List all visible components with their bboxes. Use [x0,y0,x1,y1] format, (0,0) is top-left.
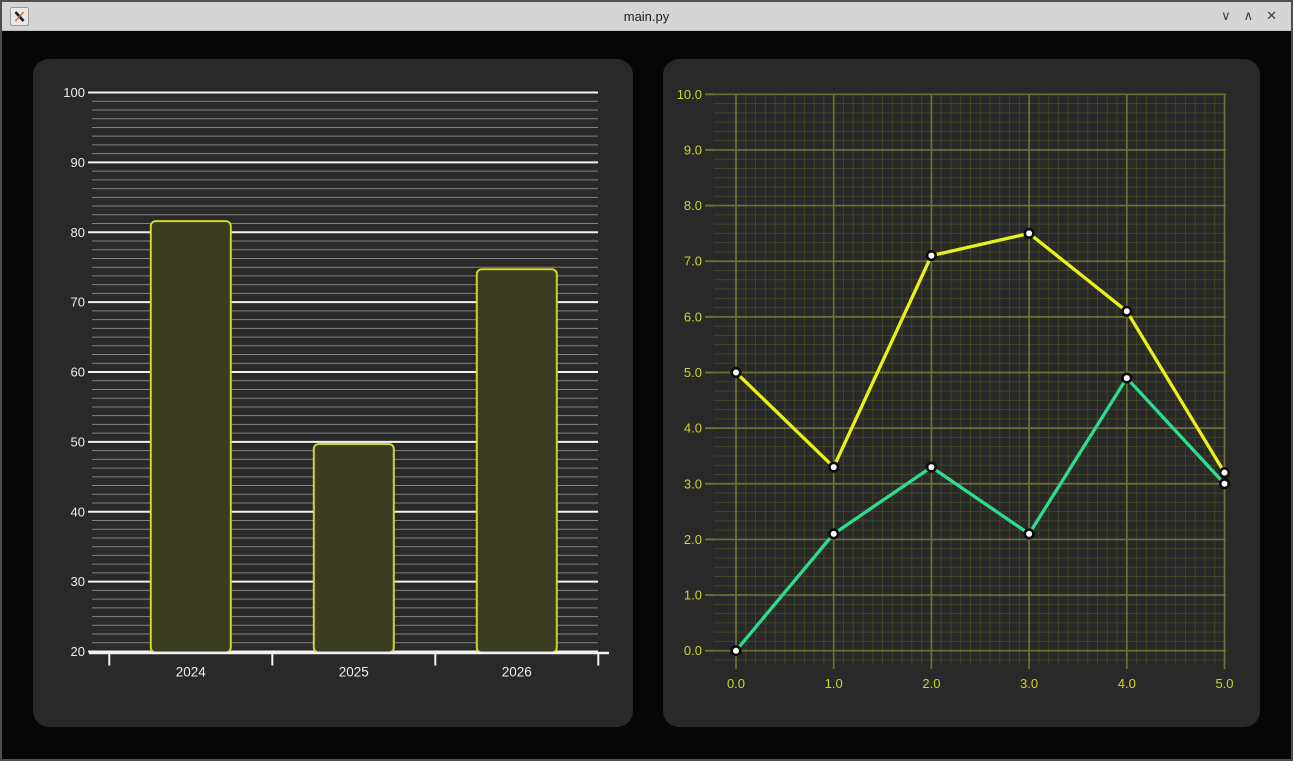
bar-2025 [312,442,395,654]
bars [149,220,558,654]
y-tick-label: 2.0 [684,532,702,547]
maximize-button[interactable]: ∧ [1244,2,1254,30]
y-tick-label: 30 [71,574,85,589]
yellow-series-marker [1121,305,1133,317]
x-tick-label: 2026 [502,665,532,680]
green-series-marker [1121,372,1133,384]
y-tick-label: 3.0 [684,476,702,491]
bar-chart-panel: 100 90 80 70 60 50 40 30 20 2024 2025 2026 [33,59,633,727]
x-tick-label: 0.0 [727,676,745,691]
yellow-series-marker [1023,227,1035,239]
y-tick-label: 0.0 [684,643,702,658]
y-tick-label: 5.0 [684,365,702,380]
minor-gridlines [714,94,1226,665]
y-tick-label: 60 [71,365,85,380]
bar-2024 [149,220,232,654]
y-tick-label: 40 [71,504,85,519]
bar-2026 [475,268,558,654]
y-tick-label: 10.0 [677,87,702,102]
x-axis: 2024 2025 2026 [89,651,609,680]
bar-chart: 100 90 80 70 60 50 40 30 20 2024 2025 2026 [63,85,609,680]
x-tick-label: 2025 [339,665,369,680]
window-controls: ∨ ∧ ✕ [1221,2,1277,30]
yellow-series-marker [730,366,742,379]
y-tick-label: 80 [71,225,85,240]
yellow-series-marker [828,461,840,473]
app-window: main.py ∨ ∧ ✕ 100 90 80 70 60 50 40 30 20 2024 202… [0,0,1293,761]
green-series-marker [730,645,742,657]
green-series-marker [1023,528,1035,540]
green-series-marker [828,528,840,540]
y-tick-label: 70 [71,295,85,310]
y-tick-label: 20 [71,644,85,659]
x-tick-label: 3.0 [1020,676,1038,691]
green-series-marker [1218,478,1231,490]
y-tick-label: 6.0 [684,309,702,324]
green-series-marker [925,461,938,473]
y-tick-label: 90 [71,155,85,170]
minimize-button[interactable]: ∨ [1221,2,1231,30]
y-tick-label: 50 [71,434,85,449]
x-tick-label: 1.0 [825,676,843,691]
x-tick-label: 5.0 [1215,676,1233,691]
y-tick-labels: 100 90 80 70 60 50 40 30 20 [63,85,85,659]
y-tick-label: 7.0 [684,254,702,269]
y-tick-label: 8.0 [684,198,702,213]
y-tick-label: 9.0 [684,142,702,157]
x-tick-label: 4.0 [1118,676,1136,691]
x-tick-label: 2.0 [922,676,940,691]
y-tick-label: 100 [63,85,85,100]
yellow-series-marker [1218,467,1231,479]
line-chart-panel: 0.0 1.0 2.0 3.0 4.0 5.0 6.0 7.0 8.0 9.0 10.0 0.0 1.0… [663,59,1260,727]
window-titlebar[interactable]: main.py ∨ ∧ ✕ [2,2,1291,31]
y-tick-label: 4.0 [684,421,702,436]
close-button[interactable]: ✕ [1266,2,1277,30]
y-tick-label: 1.0 [684,588,702,603]
line-chart: 0.0 1.0 2.0 3.0 4.0 5.0 6.0 7.0 8.0 9.0 10.0 0.0 1.0… [677,87,1234,691]
yellow-series-marker [925,250,938,262]
window-title: main.py [623,8,670,24]
x-tick-label: 2024 [176,665,207,680]
